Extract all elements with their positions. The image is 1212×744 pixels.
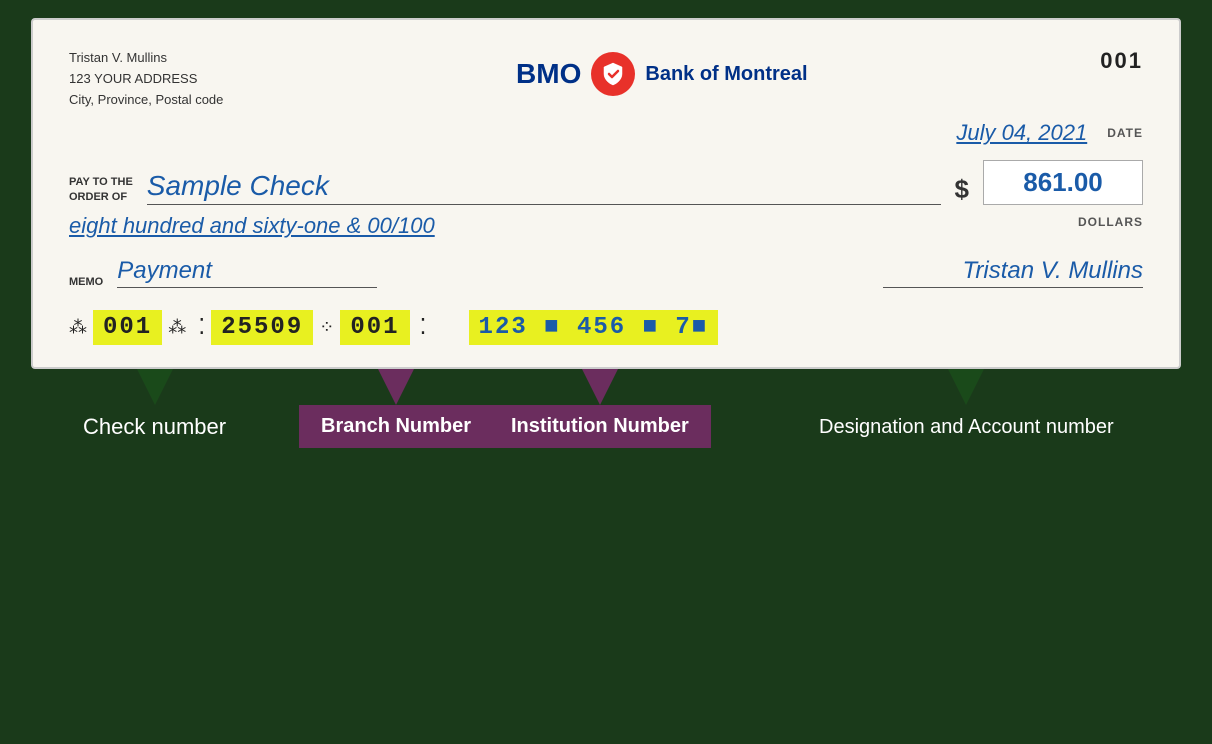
payee-line: Sample Check xyxy=(147,170,941,205)
branch-number-label: Branch Number xyxy=(299,405,493,448)
memo-label: MEMO xyxy=(69,276,103,288)
micr-account-number: 123 ■ 456 ■ 7■ xyxy=(469,310,719,345)
memo-value: Payment xyxy=(117,257,212,284)
bank-full-name: Bank of Montreal xyxy=(645,63,807,86)
institution-number-arrow xyxy=(582,369,618,405)
address-line1: Tristan V. Mullins xyxy=(69,48,223,69)
check-number-label: Check number xyxy=(83,413,226,442)
micr-start-symbol: ⁂ xyxy=(69,317,87,339)
branch-number-arrow xyxy=(378,369,414,405)
date-row: July 04, 2021 DATE xyxy=(69,120,1143,146)
check-top-row: Tristan V. Mullins 123 YOUR ADDRESS City… xyxy=(69,48,1143,110)
bmo-text: BMO xyxy=(516,58,581,90)
date-value: July 04, 2021 xyxy=(956,120,1087,146)
branch-number-label-group: Branch Number xyxy=(299,369,493,448)
bottom-labels-area: Check number Branch Number Institution N… xyxy=(31,369,1181,524)
micr-line: ⁂ 001 ⁂ ⁚ 25509 ⁘ 001 ⁚ 123 ■ 456 ■ 7■ xyxy=(69,310,1143,345)
payee-name: Sample Check xyxy=(147,170,329,201)
institution-number-label: Institution Number xyxy=(489,405,711,448)
memo-left: MEMO Payment xyxy=(69,257,377,288)
address-line3: City, Province, Postal code xyxy=(69,90,223,111)
signature-value: Tristan V. Mullins xyxy=(963,257,1143,284)
designation-account-label: Designation and Account number xyxy=(819,413,1114,441)
pay-to-label: PAY TO THE ORDER OF xyxy=(69,175,133,206)
check-number-top: 001 xyxy=(1100,48,1143,74)
check-document: Tristan V. Mullins 123 YOUR ADDRESS City… xyxy=(31,18,1181,369)
designation-account-arrow xyxy=(948,369,984,405)
micr-colon-2: ⁚ xyxy=(420,315,427,341)
pay-to-row: PAY TO THE ORDER OF Sample Check $ 861.0… xyxy=(69,160,1143,205)
micr-symbol-2: ⁂ xyxy=(168,317,186,339)
amount-box: 861.00 xyxy=(983,160,1143,205)
amount-value: 861.00 xyxy=(1023,167,1103,197)
micr-institution-number: 001 xyxy=(340,310,409,345)
micr-branch-number: 25509 xyxy=(211,310,313,345)
memo-line: Payment xyxy=(117,257,377,288)
dollar-sign: $ xyxy=(955,174,969,205)
micr-symbol-3: ⁘ xyxy=(319,317,334,339)
date-label: DATE xyxy=(1107,126,1143,140)
account-holder-address: Tristan V. Mullins 123 YOUR ADDRESS City… xyxy=(69,48,223,110)
institution-number-label-group: Institution Number xyxy=(489,369,711,448)
written-amount: eight hundred and sixty-one & 00/100 xyxy=(69,213,435,239)
designation-account-label-group: Designation and Account number xyxy=(819,369,1114,441)
dollars-label: DOLLARS xyxy=(1078,215,1143,229)
micr-check-number: 001 xyxy=(93,310,162,345)
signature-line: Tristan V. Mullins xyxy=(883,257,1143,288)
memo-row: MEMO Payment Tristan V. Mullins xyxy=(69,257,1143,288)
check-number-label-group: Check number xyxy=(83,369,226,442)
address-line2: 123 YOUR ADDRESS xyxy=(69,69,223,90)
written-amount-row: eight hundred and sixty-one & 00/100 DOL… xyxy=(69,213,1143,239)
bmo-logo: BMO Bank of Montreal xyxy=(516,52,808,96)
check-number-arrow xyxy=(137,369,173,405)
micr-colon-1: ⁚ xyxy=(198,315,205,341)
bmo-shield-icon xyxy=(591,52,635,96)
